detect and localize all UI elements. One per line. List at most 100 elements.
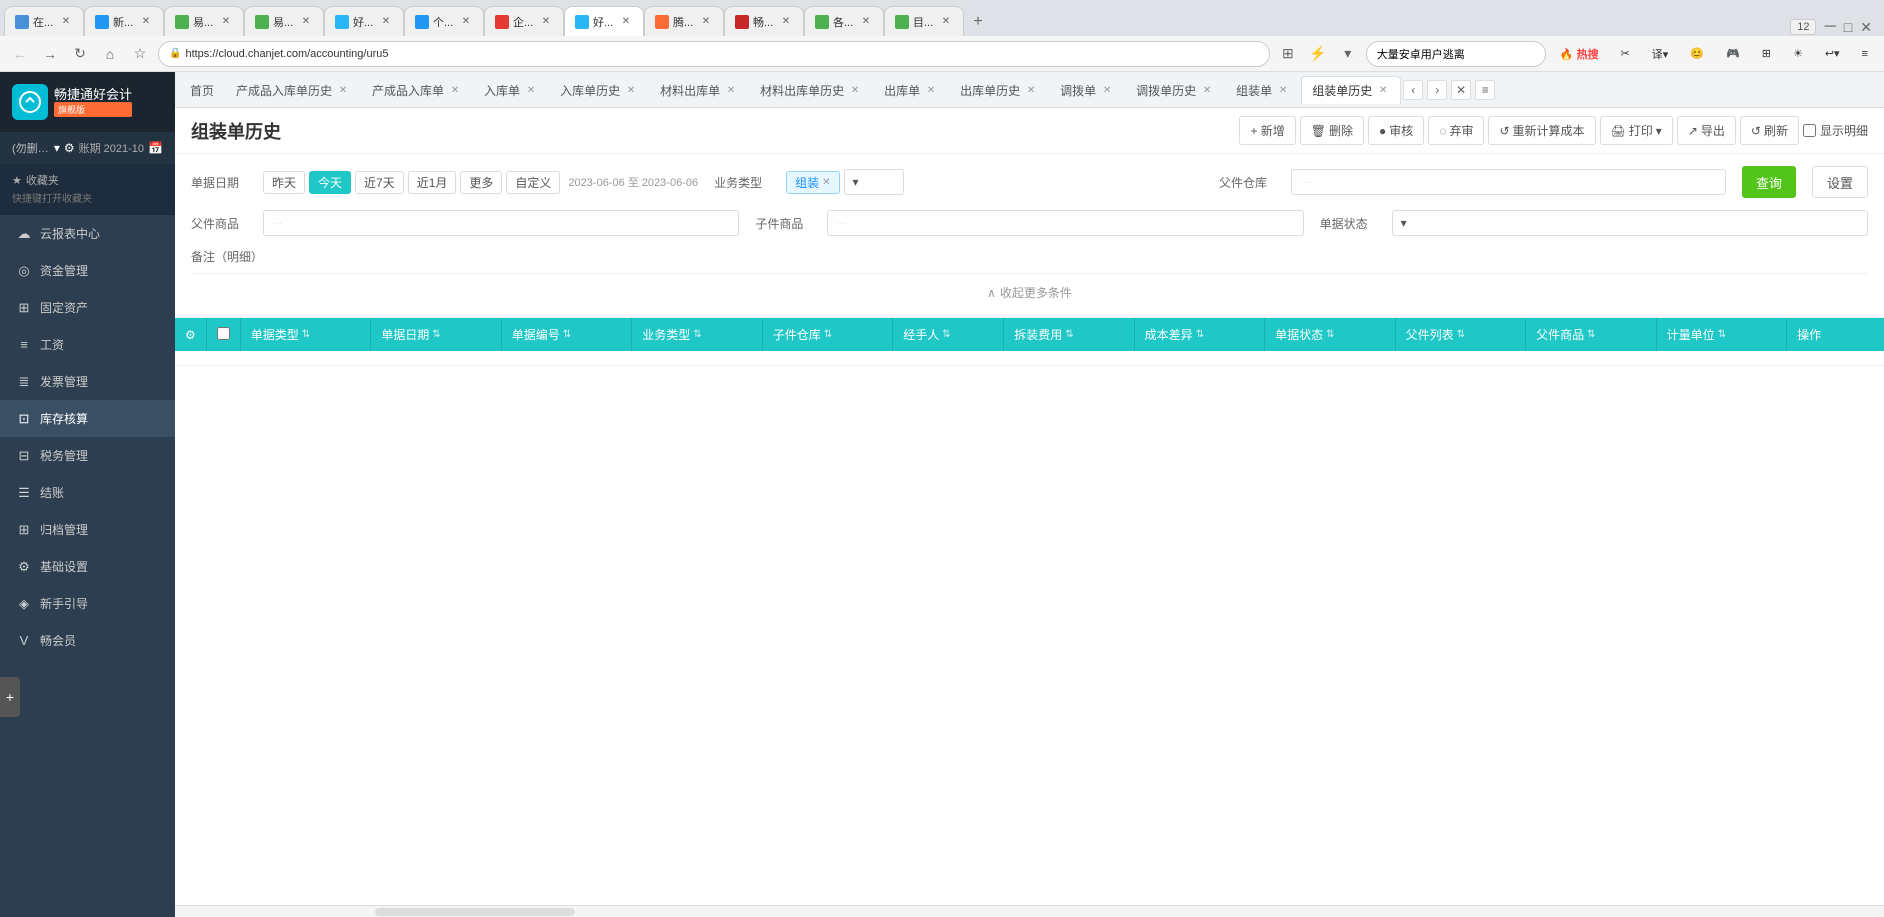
export-button[interactable]: ↗ 导出 bbox=[1677, 116, 1736, 145]
th-settings[interactable]: ⚙ bbox=[175, 318, 206, 351]
sidebar-item-invoice[interactable]: ≣ 发票管理 bbox=[0, 363, 175, 400]
brightness-button[interactable]: ☀ bbox=[1785, 41, 1811, 67]
date-btn-yesterday[interactable]: 昨天 bbox=[263, 171, 305, 194]
th-handler[interactable]: 经手人 ⇅ bbox=[893, 318, 1004, 351]
page-tab-close-11[interactable]: ✕ bbox=[1276, 83, 1290, 97]
browser-tab-3[interactable]: 易... ✕ bbox=[164, 6, 244, 36]
tab-close-6[interactable]: ✕ bbox=[459, 15, 473, 29]
translate-button[interactable]: 译▾ bbox=[1644, 41, 1677, 67]
page-tab-close-10[interactable]: ✕ bbox=[1200, 83, 1214, 97]
settings-button[interactable]: 设置 bbox=[1812, 166, 1868, 198]
page-tab-prod-inbound-history[interactable]: 产成品入库单历史 ✕ bbox=[225, 76, 361, 104]
browser-tab-8[interactable]: 好... ✕ bbox=[564, 6, 644, 36]
browser-tab-1[interactable]: 在... ✕ bbox=[4, 6, 84, 36]
page-tab-outbound-history[interactable]: 出库单历史 ✕ bbox=[949, 76, 1049, 104]
page-tab-assemble-history[interactable]: 组装单历史 ✕ bbox=[1301, 76, 1401, 104]
page-tab-close-5[interactable]: ✕ bbox=[724, 83, 738, 97]
date-btn-custom[interactable]: 自定义 bbox=[506, 171, 560, 194]
tab-close-all[interactable]: ✕ bbox=[1451, 80, 1471, 100]
print-button[interactable]: 🖨 打印 ▾ bbox=[1600, 116, 1673, 145]
th-order-date[interactable]: 单据日期 ⇅ bbox=[371, 318, 501, 351]
order-status-dropdown[interactable]: ▾ bbox=[1392, 210, 1868, 236]
browser-tab-12[interactable]: 目... ✕ bbox=[884, 6, 964, 36]
collapse-filter-button[interactable]: ∧ 收起更多条件 bbox=[987, 280, 1072, 305]
page-tab-close-8[interactable]: ✕ bbox=[1024, 83, 1038, 97]
child-product-input[interactable]: ··· bbox=[827, 210, 1303, 236]
th-parent-product[interactable]: 父件商品 ⇅ bbox=[1526, 318, 1656, 351]
sidebar-item-guide[interactable]: ◈ 新手引导 bbox=[0, 585, 175, 622]
sidebar-item-archive[interactable]: ⊞ 归档管理 bbox=[0, 511, 175, 548]
dropdown-button[interactable]: ▾ bbox=[1336, 42, 1360, 66]
tab-close-7[interactable]: ✕ bbox=[539, 15, 553, 29]
browser-tab-5[interactable]: 好... ✕ bbox=[324, 6, 404, 36]
date-btn-7days[interactable]: 近7天 bbox=[355, 171, 404, 194]
tab-close-8[interactable]: ✕ bbox=[619, 15, 633, 29]
query-button[interactable]: 查询 bbox=[1742, 166, 1796, 198]
address-bar[interactable]: 🔒 https://cloud.chanjet.com/accounting/u… bbox=[158, 41, 1270, 67]
tab-close-1[interactable]: ✕ bbox=[59, 15, 73, 29]
biz-type-tag-close[interactable]: ✕ bbox=[822, 177, 830, 188]
tab-nav-right[interactable]: › bbox=[1427, 80, 1447, 100]
search-bar[interactable]: 大量安卓用户逃离 bbox=[1366, 41, 1546, 67]
th-cost-diff[interactable]: 成本差异 ⇅ bbox=[1134, 318, 1264, 351]
th-parent-list[interactable]: 父件列表 ⇅ bbox=[1395, 318, 1525, 351]
forward-button[interactable]: → bbox=[38, 42, 62, 66]
bookmark-button[interactable]: ☆ bbox=[128, 42, 152, 66]
page-tab-close-4[interactable]: ✕ bbox=[624, 83, 638, 97]
page-tab-close-7[interactable]: ✕ bbox=[924, 83, 938, 97]
minimize-button[interactable]: ─ bbox=[1824, 18, 1835, 36]
select-all-checkbox[interactable] bbox=[217, 327, 230, 340]
left-float-button[interactable]: + bbox=[0, 677, 20, 717]
th-biz-type[interactable]: 业务类型 ⇅ bbox=[632, 318, 762, 351]
browser-tab-10[interactable]: 畅... ✕ bbox=[724, 6, 804, 36]
cut-button[interactable]: ✂ bbox=[1613, 41, 1638, 67]
th-unit[interactable]: 计量单位 ⇅ bbox=[1656, 318, 1786, 351]
back-button[interactable]: ← bbox=[8, 42, 32, 66]
page-tab-material-outbound[interactable]: 材料出库单 ✕ bbox=[649, 76, 749, 104]
biz-type-dropdown[interactable]: ▾ bbox=[844, 169, 904, 195]
recalculate-button[interactable]: ↺ 重新计算成本 bbox=[1488, 116, 1595, 145]
tab-close-9[interactable]: ✕ bbox=[699, 15, 713, 29]
page-tab-close-2[interactable]: ✕ bbox=[448, 83, 462, 97]
page-tab-transfer[interactable]: 调拨单 ✕ bbox=[1049, 76, 1125, 104]
page-tab-home[interactable]: 首页 bbox=[179, 76, 225, 104]
tab-close-12[interactable]: ✕ bbox=[939, 15, 953, 29]
th-checkbox[interactable] bbox=[206, 318, 240, 351]
audit-button[interactable]: ● 审核 bbox=[1368, 116, 1424, 145]
company-selector[interactable]: (勿删勿禁用) 江西服宝测试专用 ▾ ⚙ 账期 2021-10 📅 bbox=[0, 132, 175, 164]
th-disassemble-cost[interactable]: 拆装费用 ⇅ bbox=[1004, 318, 1134, 351]
browser-tab-2[interactable]: 新... ✕ bbox=[84, 6, 164, 36]
hot-search-button[interactable]: 🔥 热搜 bbox=[1552, 41, 1607, 67]
calendar-icon[interactable]: 📅 bbox=[148, 141, 163, 155]
sidebar-item-fixed-asset[interactable]: ⊞ 固定资产 bbox=[0, 289, 175, 326]
tab-nav-left[interactable]: ‹ bbox=[1403, 80, 1423, 100]
game-button[interactable]: 🎮 bbox=[1718, 41, 1748, 67]
new-button[interactable]: + 新增 bbox=[1239, 116, 1295, 145]
parent-warehouse-input[interactable]: ··· bbox=[1291, 169, 1726, 195]
grid-button[interactable]: ⊞ bbox=[1754, 41, 1779, 67]
page-tab-close-6[interactable]: ✕ bbox=[848, 83, 862, 97]
th-order-type[interactable]: 单据类型 ⇅ bbox=[240, 318, 370, 351]
th-child-warehouse[interactable]: 子件仓库 ⇅ bbox=[762, 318, 892, 351]
page-tab-close-12[interactable]: ✕ bbox=[1376, 83, 1390, 97]
page-tab-transfer-history[interactable]: 调拨单历史 ✕ bbox=[1125, 76, 1225, 104]
date-btn-1month[interactable]: 近1月 bbox=[408, 171, 457, 194]
tab-menu[interactable]: ≡ bbox=[1475, 80, 1495, 100]
show-detail-toggle[interactable]: 显示明细 bbox=[1803, 122, 1868, 139]
sidebar-item-member[interactable]: V 畅会员 bbox=[0, 622, 175, 659]
tab-close-4[interactable]: ✕ bbox=[299, 15, 313, 29]
date-btn-today[interactable]: 今天 bbox=[309, 171, 351, 194]
sidebar-item-fund[interactable]: ◎ 资金管理 bbox=[0, 252, 175, 289]
sidebar-item-settle[interactable]: ☰ 结账 bbox=[0, 474, 175, 511]
th-order-status[interactable]: 单据状态 ⇅ bbox=[1265, 318, 1395, 351]
lightning-button[interactable]: ⚡ bbox=[1306, 42, 1330, 66]
sidebar-item-basic[interactable]: ⚙ 基础设置 bbox=[0, 548, 175, 585]
sidebar-item-stock[interactable]: ⊡ 库存核算 bbox=[0, 400, 175, 437]
page-tab-close-9[interactable]: ✕ bbox=[1100, 83, 1114, 97]
show-detail-checkbox[interactable] bbox=[1803, 124, 1816, 137]
page-tab-close-1[interactable]: ✕ bbox=[336, 83, 350, 97]
page-tab-outbound[interactable]: 出库单 ✕ bbox=[873, 76, 949, 104]
tab-close-3[interactable]: ✕ bbox=[219, 15, 233, 29]
delete-button[interactable]: 🗑 删除 bbox=[1300, 116, 1364, 145]
browser-tab-6[interactable]: 个... ✕ bbox=[404, 6, 484, 36]
